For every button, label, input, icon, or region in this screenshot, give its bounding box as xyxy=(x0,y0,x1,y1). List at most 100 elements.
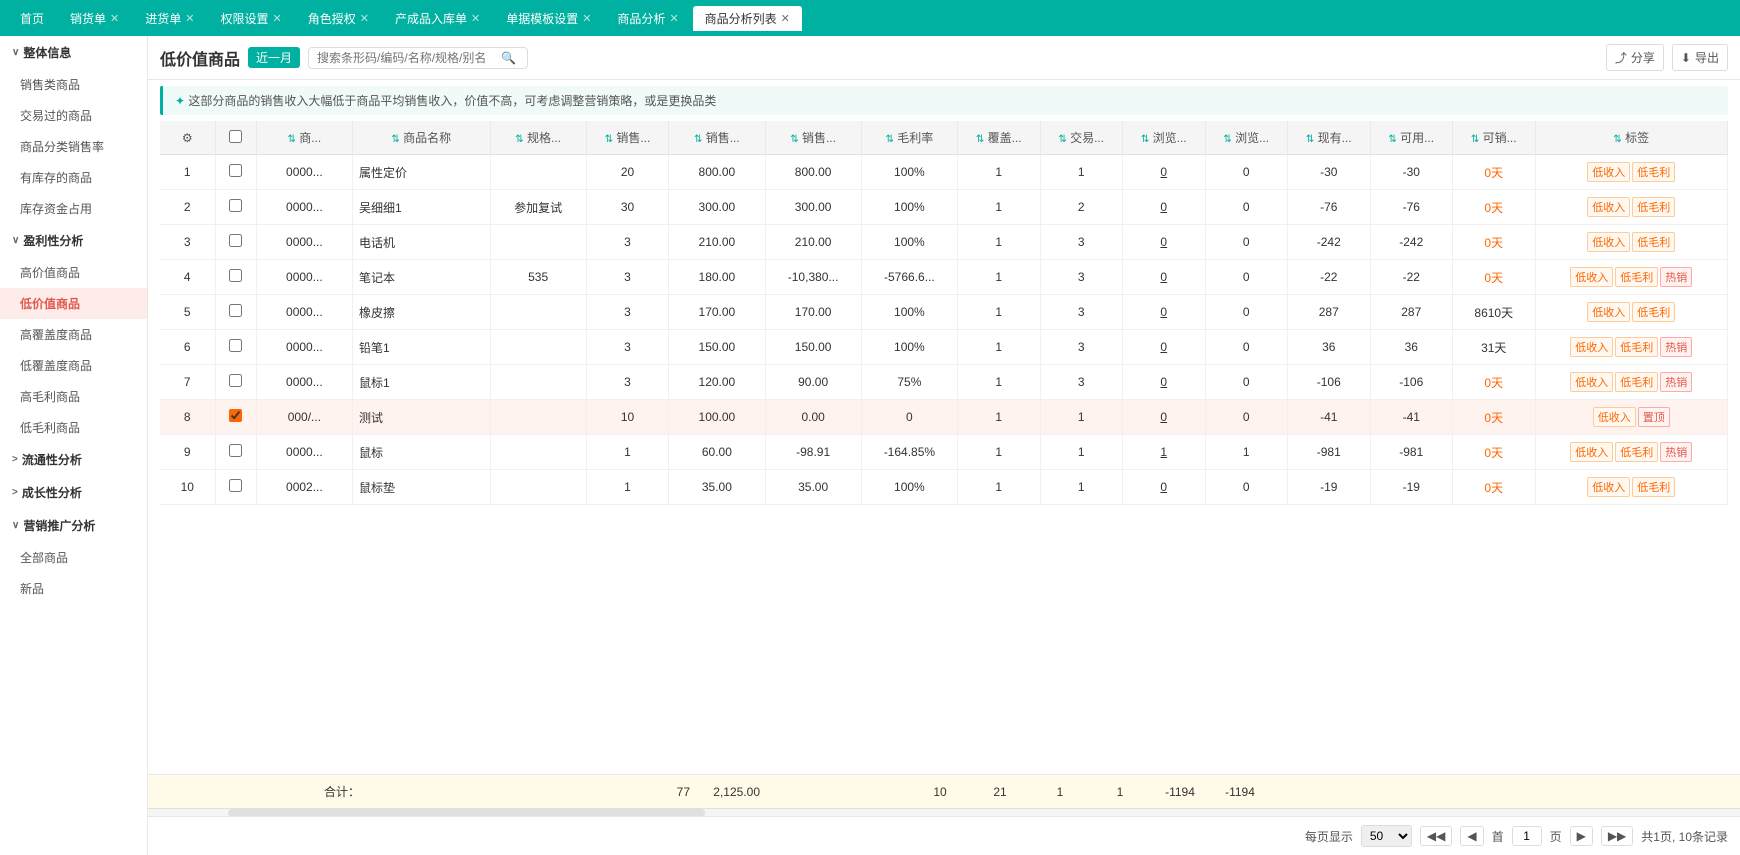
nav-item-template[interactable]: 单据模板设置 ✕ xyxy=(494,6,603,31)
search-icon[interactable]: 🔍 xyxy=(501,51,516,65)
sidebar-item-high-coverage[interactable]: 高覆盖度商品 xyxy=(0,319,147,350)
row-checkbox[interactable] xyxy=(229,269,242,282)
sidebar-group-overall[interactable]: ∨ 整体信息 xyxy=(0,36,147,69)
nav-item-permission[interactable]: 权限设置 ✕ xyxy=(208,6,293,31)
tag-label: 热销 xyxy=(1660,337,1692,357)
nav-item-sales[interactable]: 销货单 ✕ xyxy=(58,6,131,31)
row-code: 0000... xyxy=(256,190,352,225)
col-saleable: ⇅ 可销... xyxy=(1453,121,1536,155)
row-days: 0天 xyxy=(1484,411,1503,425)
browse-link[interactable]: 1 xyxy=(1160,445,1167,459)
select-all-checkbox[interactable] xyxy=(229,130,242,143)
nav-item-home[interactable]: 首页 xyxy=(8,6,56,31)
row-saleable: 0天 xyxy=(1453,435,1536,470)
col-avail: ⇅ 可用... xyxy=(1370,121,1453,155)
sidebar-item-stocked-products[interactable]: 有库存的商品 xyxy=(0,162,147,193)
row-name: 测试 xyxy=(353,400,491,435)
browse-link[interactable]: 0 xyxy=(1160,340,1167,354)
sidebar-item-sales-products[interactable]: 销售类商品 xyxy=(0,69,147,100)
tag-label: 低收入 xyxy=(1570,267,1613,287)
row-code: 0000... xyxy=(256,435,352,470)
sidebar-item-low-margin[interactable]: 低毛利商品 xyxy=(0,412,147,443)
page-number-input[interactable] xyxy=(1512,826,1542,846)
row-checkbox[interactable] xyxy=(229,409,242,422)
row-checkbox[interactable] xyxy=(229,304,242,317)
browse-link[interactable]: 0 xyxy=(1160,165,1167,179)
sidebar-group-profit[interactable]: ∨ 盈利性分析 xyxy=(0,224,147,257)
row-name: 属性定价 xyxy=(353,155,491,190)
nav-close-purchase[interactable]: ✕ xyxy=(185,12,194,25)
row-browse2: 0 xyxy=(1205,295,1288,330)
row-sale-amt2: 170.00 xyxy=(765,295,861,330)
notice-icon: ✦ xyxy=(175,94,185,108)
browse-link[interactable]: 0 xyxy=(1160,410,1167,424)
nav-close-product-entry[interactable]: ✕ xyxy=(471,12,480,25)
sidebar-item-low-value[interactable]: 低价值商品 xyxy=(0,288,147,319)
sidebar-group-growth[interactable]: > 成长性分析 xyxy=(0,476,147,509)
browse-link[interactable]: 0 xyxy=(1160,480,1167,494)
chevron-right-icon-2: > xyxy=(12,487,18,498)
nav-close-permission[interactable]: ✕ xyxy=(273,12,282,25)
nav-item-role[interactable]: 角色授权 ✕ xyxy=(296,6,381,31)
sidebar-item-low-coverage[interactable]: 低覆盖度商品 xyxy=(0,350,147,381)
browse-link[interactable]: 0 xyxy=(1160,235,1167,249)
sidebar-item-new-products[interactable]: 新品 xyxy=(0,573,147,604)
sidebar-item-high-margin[interactable]: 高毛利商品 xyxy=(0,381,147,412)
row-browse2: 0 xyxy=(1205,470,1288,505)
row-checkbox[interactable] xyxy=(229,234,242,247)
row-checkbox[interactable] xyxy=(229,444,242,457)
total-browse1: 1 xyxy=(1030,785,1090,799)
sidebar-group-marketing[interactable]: ∨ 营销推广分析 xyxy=(0,509,147,542)
row-stock: 36 xyxy=(1288,330,1371,365)
row-stock: -22 xyxy=(1288,260,1371,295)
row-trade: 3 xyxy=(1040,295,1123,330)
row-name: 鼠标 xyxy=(353,435,491,470)
sidebar-group-flow[interactable]: > 流通性分析 xyxy=(0,443,147,476)
row-tags: 低收入低毛利 xyxy=(1535,190,1728,225)
row-browse2: 0 xyxy=(1205,330,1288,365)
col-settings[interactable]: ⚙ xyxy=(160,121,215,155)
period-tag[interactable]: 近一月 xyxy=(248,47,300,68)
row-browse1: 0 xyxy=(1123,365,1206,400)
row-avail: -242 xyxy=(1370,225,1453,260)
nav-item-product-analysis[interactable]: 商品分析 ✕ xyxy=(605,6,690,31)
row-no: 10 xyxy=(160,470,215,505)
row-name: 铅笔1 xyxy=(353,330,491,365)
browse-link[interactable]: 0 xyxy=(1160,375,1167,389)
next-page-button[interactable]: ▶ xyxy=(1570,826,1593,846)
row-spec xyxy=(490,295,586,330)
sidebar-item-traded-products[interactable]: 交易过的商品 xyxy=(0,100,147,131)
row-checkbox[interactable] xyxy=(229,199,242,212)
share-button[interactable]: ⤴ 分享 xyxy=(1606,44,1664,71)
browse-link[interactable]: 0 xyxy=(1160,305,1167,319)
nav-close-product-analysis[interactable]: ✕ xyxy=(669,12,678,25)
row-sale-amt2: 35.00 xyxy=(765,470,861,505)
browse-link[interactable]: 0 xyxy=(1160,200,1167,214)
last-page-button[interactable]: ▶▶ xyxy=(1601,826,1633,846)
row-checkbox[interactable] xyxy=(229,479,242,492)
page-size-select[interactable]: 50 100 200 xyxy=(1361,825,1412,847)
first-page-button[interactable]: ◀◀ xyxy=(1420,826,1452,846)
row-checkbox[interactable] xyxy=(229,374,242,387)
row-saleable: 0天 xyxy=(1453,260,1536,295)
sidebar-item-category-sales-rate[interactable]: 商品分类销售率 xyxy=(0,131,147,162)
export-button[interactable]: ⬇ 导出 xyxy=(1672,44,1728,71)
row-spec xyxy=(490,225,586,260)
row-checkbox[interactable] xyxy=(229,164,242,177)
nav-close-role[interactable]: ✕ xyxy=(360,12,369,25)
total-spacer5 xyxy=(840,785,910,799)
row-no: 1 xyxy=(160,155,215,190)
nav-close-template[interactable]: ✕ xyxy=(582,12,591,25)
nav-close-analysis-list[interactable]: ✕ xyxy=(781,12,790,25)
nav-item-purchase[interactable]: 进货单 ✕ xyxy=(133,6,206,31)
prev-page-button[interactable]: ◀ xyxy=(1460,826,1483,846)
row-checkbox[interactable] xyxy=(229,339,242,352)
browse-link[interactable]: 0 xyxy=(1160,270,1167,284)
search-input[interactable] xyxy=(317,51,497,65)
sidebar-item-stock-capital[interactable]: 库存资金占用 xyxy=(0,193,147,224)
sidebar-item-high-value[interactable]: 高价值商品 xyxy=(0,257,147,288)
nav-item-product-entry[interactable]: 产成品入库单 ✕ xyxy=(383,6,492,31)
sidebar-item-all-products[interactable]: 全部商品 xyxy=(0,542,147,573)
nav-close-sales[interactable]: ✕ xyxy=(110,12,119,25)
nav-item-analysis-list[interactable]: 商品分析列表 ✕ xyxy=(693,6,802,31)
